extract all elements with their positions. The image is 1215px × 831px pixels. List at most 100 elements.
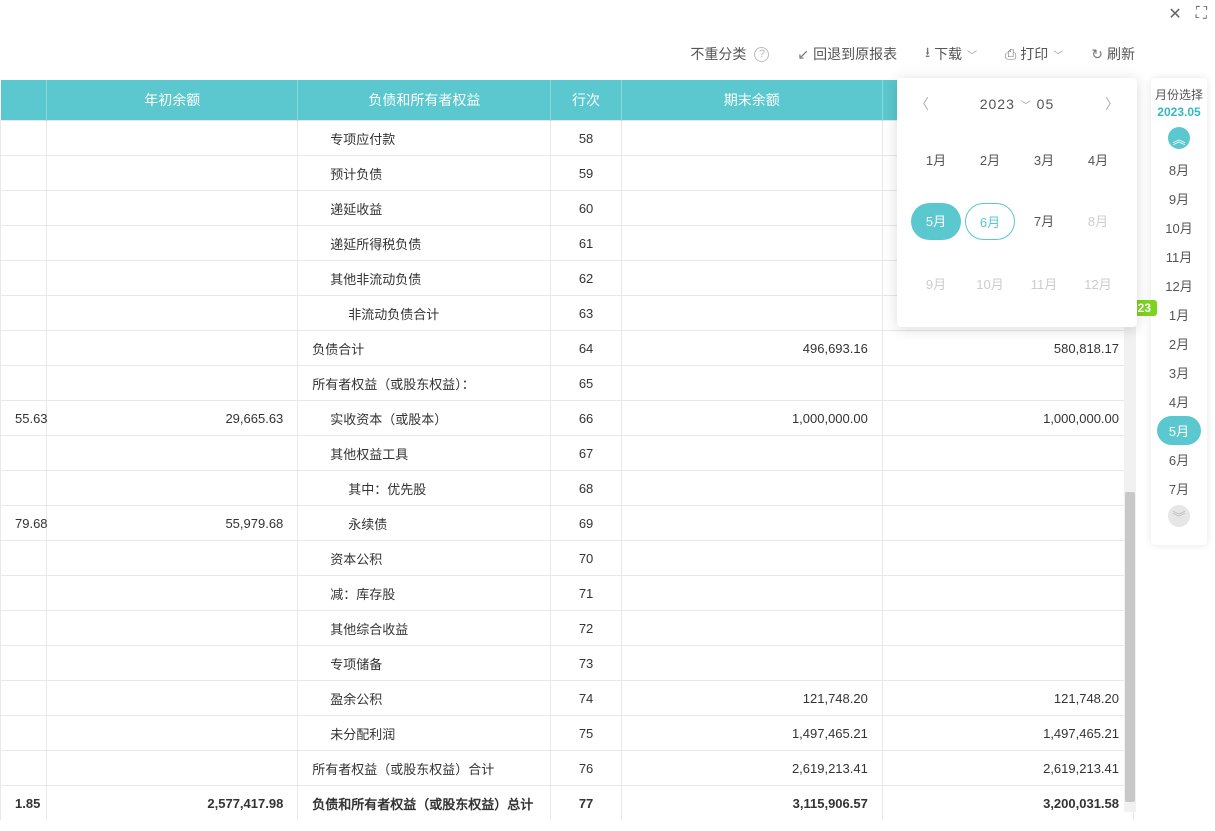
cell-left-a[interactable] bbox=[1, 646, 47, 681]
close-icon[interactable]: ✕ bbox=[1168, 4, 1181, 24]
cell-line[interactable]: 72 bbox=[551, 611, 621, 646]
cell-line[interactable]: 64 bbox=[551, 331, 621, 366]
cell-end[interactable] bbox=[621, 366, 882, 401]
cell-label[interactable]: 永续债 bbox=[298, 506, 551, 541]
cell-begin[interactable]: 3,200,031.58 bbox=[882, 786, 1133, 821]
cell-label[interactable]: 专项应付款 bbox=[298, 121, 551, 156]
cell-end[interactable]: 2,619,213.41 bbox=[621, 751, 882, 786]
cell-end[interactable] bbox=[621, 296, 882, 331]
cell-label[interactable]: 非流动负债合计 bbox=[298, 296, 551, 331]
cell-label[interactable]: 资本公积 bbox=[298, 541, 551, 576]
cell-left-b[interactable] bbox=[47, 436, 298, 471]
cell-begin[interactable] bbox=[882, 646, 1133, 681]
cell-line[interactable]: 67 bbox=[551, 436, 621, 471]
cell-end[interactable] bbox=[621, 541, 882, 576]
side-month-item[interactable]: 10月 bbox=[1151, 213, 1207, 242]
scrollbar-thumb[interactable] bbox=[1125, 492, 1135, 802]
month-cell[interactable]: 2月 bbox=[965, 142, 1015, 177]
side-month-item[interactable]: 8月 bbox=[1151, 155, 1207, 184]
cell-left-a[interactable] bbox=[1, 261, 47, 296]
cell-left-a[interactable] bbox=[1, 366, 47, 401]
side-month-item[interactable]: 1月 bbox=[1151, 300, 1207, 329]
cell-left-a[interactable] bbox=[1, 716, 47, 751]
help-icon[interactable]: ? bbox=[754, 47, 769, 62]
cell-end[interactable] bbox=[621, 156, 882, 191]
cell-label[interactable]: 其他权益工具 bbox=[298, 436, 551, 471]
cell-left-a[interactable] bbox=[1, 191, 47, 226]
refresh-button[interactable]: ↻ 刷新 bbox=[1091, 44, 1135, 64]
cell-line[interactable]: 62 bbox=[551, 261, 621, 296]
side-month-item[interactable]: 6月 bbox=[1151, 445, 1207, 474]
cell-line[interactable]: 58 bbox=[551, 121, 621, 156]
cell-left-b[interactable] bbox=[47, 191, 298, 226]
cell-end[interactable] bbox=[621, 506, 882, 541]
cell-begin[interactable]: 2,619,213.41 bbox=[882, 751, 1133, 786]
month-cell[interactable]: 1月 bbox=[911, 142, 961, 177]
cell-begin[interactable] bbox=[882, 576, 1133, 611]
side-month-item[interactable]: 12月 bbox=[1151, 271, 1207, 300]
cell-label[interactable]: 盈余公积 bbox=[298, 681, 551, 716]
cell-line[interactable]: 59 bbox=[551, 156, 621, 191]
cell-left-b[interactable] bbox=[47, 611, 298, 646]
cell-begin[interactable]: 1,497,465.21 bbox=[882, 716, 1133, 751]
cell-left-a[interactable] bbox=[1, 226, 47, 261]
cell-line[interactable]: 63 bbox=[551, 296, 621, 331]
cell-label[interactable]: 递延所得税负债 bbox=[298, 226, 551, 261]
cell-left-b[interactable] bbox=[47, 331, 298, 366]
cell-line[interactable]: 74 bbox=[551, 681, 621, 716]
side-month-item[interactable]: 9月 bbox=[1151, 184, 1207, 213]
cell-end[interactable] bbox=[621, 121, 882, 156]
cell-end[interactable] bbox=[621, 191, 882, 226]
cell-end[interactable] bbox=[621, 576, 882, 611]
cell-left-b[interactable]: 2,577,417.98 bbox=[47, 786, 298, 821]
month-cell[interactable]: 4月 bbox=[1073, 142, 1123, 177]
cell-end[interactable] bbox=[621, 611, 882, 646]
cell-left-a[interactable] bbox=[1, 121, 47, 156]
cell-left-a[interactable] bbox=[1, 436, 47, 471]
cell-label[interactable]: 预计负债 bbox=[298, 156, 551, 191]
cell-label[interactable]: 负债合计 bbox=[298, 331, 551, 366]
month-cell[interactable]: 5月 bbox=[911, 203, 961, 240]
cell-label[interactable]: 所有者权益（或股东权益）合计 bbox=[298, 751, 551, 786]
cell-left-b[interactable] bbox=[47, 296, 298, 331]
cell-left-b[interactable] bbox=[47, 261, 298, 296]
cell-end[interactable] bbox=[621, 436, 882, 471]
cell-left-b[interactable] bbox=[47, 646, 298, 681]
cell-line[interactable]: 71 bbox=[551, 576, 621, 611]
cell-end[interactable]: 3,115,906.57 bbox=[621, 786, 882, 821]
cell-begin[interactable] bbox=[882, 541, 1133, 576]
cell-end[interactable] bbox=[621, 646, 882, 681]
cell-line[interactable]: 77 bbox=[551, 786, 621, 821]
cell-label[interactable]: 未分配利润 bbox=[298, 716, 551, 751]
cell-label[interactable]: 其中：优先股 bbox=[298, 471, 551, 506]
month-cell[interactable]: 3月 bbox=[1019, 142, 1069, 177]
cell-left-a[interactable] bbox=[1, 611, 47, 646]
cell-left-a[interactable]: 55.63 bbox=[1, 401, 47, 436]
cell-line[interactable]: 73 bbox=[551, 646, 621, 681]
cell-line[interactable]: 76 bbox=[551, 751, 621, 786]
cell-left-b[interactable] bbox=[47, 156, 298, 191]
cell-label[interactable]: 实收资本（或股本） bbox=[298, 401, 551, 436]
cell-left-a[interactable] bbox=[1, 576, 47, 611]
cell-left-b[interactable] bbox=[47, 471, 298, 506]
cell-label[interactable]: 减：库存股 bbox=[298, 576, 551, 611]
side-month-item[interactable]: 5月 bbox=[1157, 416, 1201, 445]
cell-left-b[interactable] bbox=[47, 576, 298, 611]
rollback-button[interactable]: ↙ 回退到原报表 bbox=[797, 44, 897, 64]
cell-begin[interactable]: 580,818.17 bbox=[882, 331, 1133, 366]
fullscreen-icon[interactable]: ⛶ bbox=[1196, 5, 1207, 23]
cell-left-b[interactable]: 29,665.63 bbox=[47, 401, 298, 436]
cell-left-b[interactable] bbox=[47, 541, 298, 576]
cell-label[interactable]: 所有者权益（或股东权益）： bbox=[298, 366, 551, 401]
cell-line[interactable]: 75 bbox=[551, 716, 621, 751]
prev-year-icon[interactable]: 〈 bbox=[911, 94, 933, 114]
cell-end[interactable]: 1,000,000.00 bbox=[621, 401, 882, 436]
side-month-item[interactable]: 3月 bbox=[1151, 358, 1207, 387]
cell-line[interactable]: 60 bbox=[551, 191, 621, 226]
cell-begin[interactable] bbox=[882, 611, 1133, 646]
cell-line[interactable]: 70 bbox=[551, 541, 621, 576]
cell-line[interactable]: 65 bbox=[551, 366, 621, 401]
cell-left-b[interactable] bbox=[47, 716, 298, 751]
cell-left-b[interactable] bbox=[47, 681, 298, 716]
cell-line[interactable]: 68 bbox=[551, 471, 621, 506]
